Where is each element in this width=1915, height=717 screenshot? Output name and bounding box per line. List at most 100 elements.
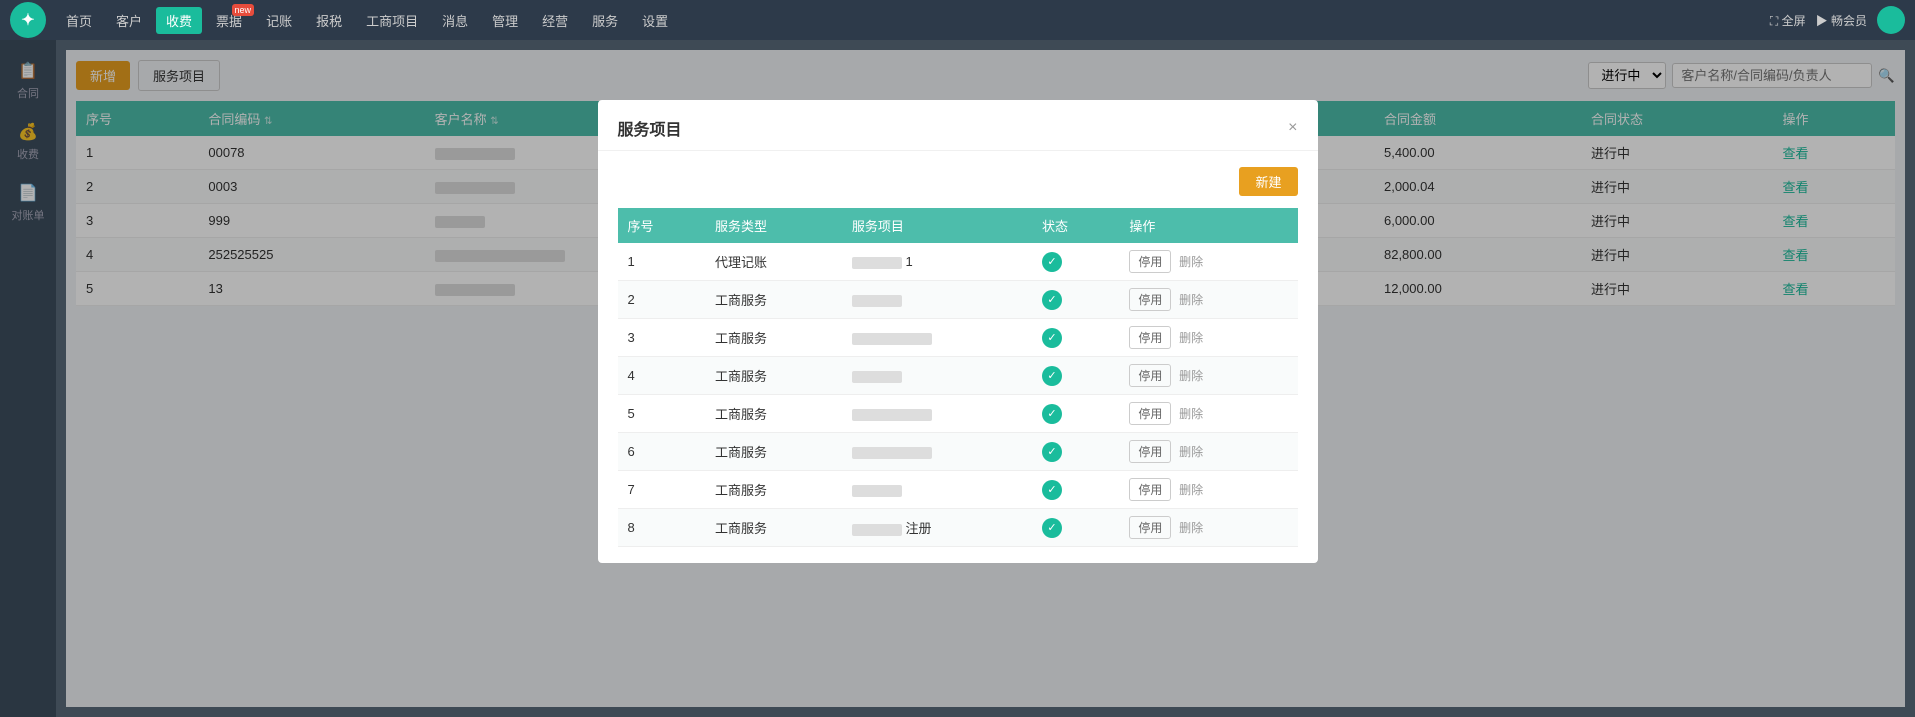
modal-cell-type: 工商服务 [705, 319, 842, 357]
status-check-icon: ✓ [1042, 518, 1062, 538]
modal-table-row: 7 工商服务 ✓ 停用 删除 [618, 471, 1298, 509]
nav-item-settings[interactable]: 设置 [632, 7, 678, 34]
modal-table-row: 2 工商服务 ✓ 停用 删除 [618, 281, 1298, 319]
nav-items: 首页 客户 收费 票据new 记账 报税 工商项目 消息 管理 经营 服务 设置 [56, 7, 1770, 34]
nav-right: ⛶ 全屏 ▶ 畅会员 [1770, 6, 1905, 34]
modal-body: 新建 序号 服务类型 服务项目 状态 操作 1 代理记账 [598, 151, 1318, 563]
delete-button[interactable]: 删除 [1179, 405, 1203, 422]
modal-cell-item [842, 281, 1032, 319]
delete-button[interactable]: 删除 [1179, 443, 1203, 460]
status-check-icon: ✓ [1042, 442, 1062, 462]
service-modal: 服务项目 × 新建 序号 服务类型 服务项目 状态 操作 [598, 100, 1318, 563]
stop-button[interactable]: 停用 [1129, 516, 1171, 539]
modal-cell-seq: 1 [618, 243, 705, 281]
modal-cell-action: 停用 删除 [1119, 357, 1297, 395]
nav-item-business[interactable]: 工商项目 [356, 7, 428, 34]
modal-cell-status: ✓ [1032, 243, 1119, 281]
delete-button[interactable]: 删除 [1179, 329, 1203, 346]
modal-cell-seq: 4 [618, 357, 705, 395]
stop-button[interactable]: 停用 [1129, 402, 1171, 425]
modal-cell-seq: 8 [618, 509, 705, 547]
modal-cell-action: 停用 删除 [1119, 319, 1297, 357]
modal-cell-item [842, 471, 1032, 509]
delete-button[interactable]: 删除 [1179, 481, 1203, 498]
vip-button[interactable]: ▶ 畅会员 [1816, 12, 1867, 29]
modal-table-row: 8 工商服务 注册 ✓ 停用 删除 [618, 509, 1298, 547]
fullscreen-button[interactable]: ⛶ 全屏 [1770, 12, 1806, 29]
modal-cell-item [842, 395, 1032, 433]
modal-cell-type: 工商服务 [705, 433, 842, 471]
nav-item-home[interactable]: 首页 [56, 7, 102, 34]
modal-cell-status: ✓ [1032, 357, 1119, 395]
modal-col-item: 服务项目 [842, 208, 1032, 243]
nav-item-operation[interactable]: 经营 [532, 7, 578, 34]
stop-button[interactable]: 停用 [1129, 478, 1171, 501]
modal-cell-seq: 5 [618, 395, 705, 433]
nav-item-invoice[interactable]: 票据new [206, 7, 252, 34]
delete-button[interactable]: 删除 [1179, 253, 1203, 270]
modal-cell-action: 停用 删除 [1119, 433, 1297, 471]
modal-cell-action: 停用 删除 [1119, 281, 1297, 319]
status-check-icon: ✓ [1042, 252, 1062, 272]
modal-cell-status: ✓ [1032, 319, 1119, 357]
modal-cell-action: 停用 删除 [1119, 243, 1297, 281]
top-navigation: ✦ 首页 客户 收费 票据new 记账 报税 工商项目 消息 管理 经营 服务 … [0, 0, 1915, 40]
nav-item-client[interactable]: 客户 [106, 7, 152, 34]
delete-button[interactable]: 删除 [1179, 367, 1203, 384]
modal-cell-status: ✓ [1032, 509, 1119, 547]
nav-item-service[interactable]: 服务 [582, 7, 628, 34]
modal-cell-item [842, 319, 1032, 357]
delete-button[interactable]: 删除 [1179, 519, 1203, 536]
modal-cell-seq: 2 [618, 281, 705, 319]
modal-cell-item [842, 433, 1032, 471]
delete-button[interactable]: 删除 [1179, 291, 1203, 308]
modal-table-row: 5 工商服务 ✓ 停用 删除 [618, 395, 1298, 433]
modal-cell-status: ✓ [1032, 281, 1119, 319]
modal-col-type: 服务类型 [705, 208, 842, 243]
status-check-icon: ✓ [1042, 328, 1062, 348]
modal-cell-action: 停用 删除 [1119, 395, 1297, 433]
modal-cell-type: 工商服务 [705, 471, 842, 509]
new-badge: new [232, 4, 255, 16]
modal-cell-status: ✓ [1032, 433, 1119, 471]
modal-close-button[interactable]: × [1288, 119, 1297, 137]
modal-col-status: 状态 [1032, 208, 1119, 243]
modal-col-seq: 序号 [618, 208, 705, 243]
modal-table-row: 1 代理记账 1 ✓ 停用 删除 [618, 243, 1298, 281]
app-logo: ✦ [10, 2, 46, 38]
modal-cell-status: ✓ [1032, 471, 1119, 509]
modal-cell-type: 工商服务 [705, 509, 842, 547]
modal-header: 服务项目 × [598, 100, 1318, 151]
modal-cell-seq: 7 [618, 471, 705, 509]
modal-table-row: 4 工商服务 ✓ 停用 删除 [618, 357, 1298, 395]
status-check-icon: ✓ [1042, 290, 1062, 310]
modal-cell-type: 工商服务 [705, 395, 842, 433]
modal-cell-type: 工商服务 [705, 281, 842, 319]
stop-button[interactable]: 停用 [1129, 326, 1171, 349]
modal-cell-status: ✓ [1032, 395, 1119, 433]
nav-item-tax[interactable]: 报税 [306, 7, 352, 34]
modal-cell-seq: 6 [618, 433, 705, 471]
nav-item-ledger[interactable]: 记账 [256, 7, 302, 34]
nav-item-fee[interactable]: 收费 [156, 7, 202, 34]
stop-button[interactable]: 停用 [1129, 364, 1171, 387]
modal-table: 序号 服务类型 服务项目 状态 操作 1 代理记账 1 ✓ 停用 [618, 208, 1298, 547]
modal-cell-seq: 3 [618, 319, 705, 357]
modal-toolbar: 新建 [618, 167, 1298, 196]
nav-item-message[interactable]: 消息 [432, 7, 478, 34]
modal-cell-type: 工商服务 [705, 357, 842, 395]
stop-button[interactable]: 停用 [1129, 288, 1171, 311]
status-check-icon: ✓ [1042, 404, 1062, 424]
modal-cell-action: 停用 删除 [1119, 471, 1297, 509]
stop-button[interactable]: 停用 [1129, 440, 1171, 463]
modal-new-button[interactable]: 新建 [1239, 167, 1297, 196]
modal-title: 服务项目 [618, 116, 682, 140]
stop-button[interactable]: 停用 [1129, 250, 1171, 273]
modal-overlay: 服务项目 × 新建 序号 服务类型 服务项目 状态 操作 [0, 40, 1915, 717]
modal-col-action: 操作 [1119, 208, 1297, 243]
modal-table-row: 6 工商服务 ✓ 停用 删除 [618, 433, 1298, 471]
modal-cell-item: 1 [842, 243, 1032, 281]
status-check-icon: ✓ [1042, 366, 1062, 386]
avatar[interactable] [1877, 6, 1905, 34]
nav-item-manage[interactable]: 管理 [482, 7, 528, 34]
